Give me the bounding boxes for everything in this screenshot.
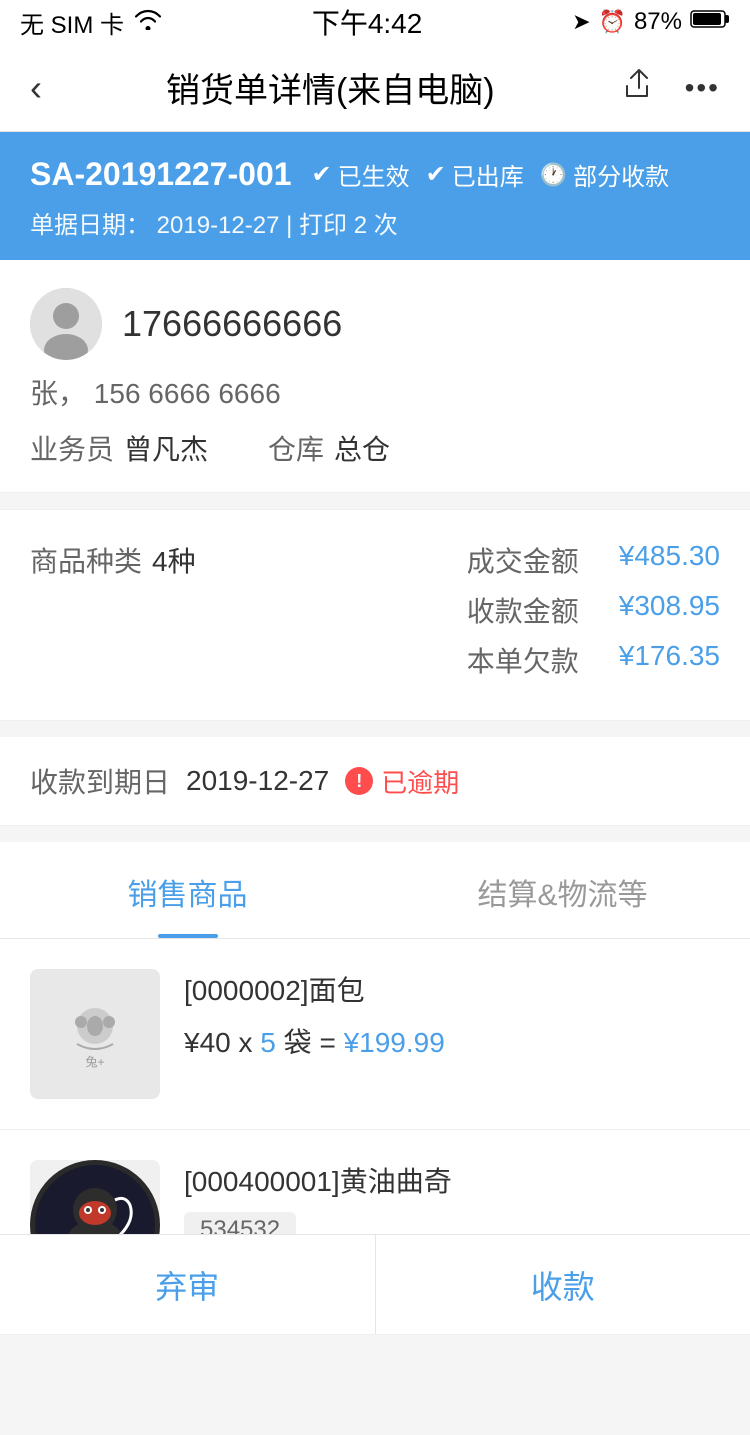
- battery-icon: [690, 8, 730, 37]
- status-bar: 无 SIM 卡 下午4:42 ➤ ⏰ 87%: [0, 0, 750, 44]
- order-header: SA-20191227-001 ✔ 已生效 ✔ 已出库 🕐 部分收款 单据日期：…: [0, 132, 750, 260]
- time-display: 下午4:42: [312, 2, 423, 42]
- product-price-1: ¥40 x 5 袋 = ¥199.99: [184, 1021, 720, 1061]
- amount-details: 成交金额 ¥485.30 收款金额 ¥308.95 本单欠款 ¥176.35: [467, 540, 720, 690]
- overdue-icon: !: [345, 767, 373, 795]
- nav-bar: ‹ 销货单详情(来自电脑) •••: [0, 44, 750, 132]
- product-info-1: [0000002]面包 ¥40 x 5 袋 = ¥199.99: [184, 969, 720, 1099]
- customer-avatar: [30, 288, 102, 360]
- carrier-text: 无 SIM 卡: [20, 5, 124, 40]
- product-thumbnail-1: 兔+: [30, 969, 160, 1099]
- battery-text: 87%: [634, 8, 682, 36]
- status-right: ➤ ⏰ 87%: [572, 8, 730, 37]
- page-title: 销货单详情(来自电脑): [166, 63, 495, 112]
- alarm-icon: ⏰: [599, 9, 626, 35]
- product-count-area: 商品种类 4种: [30, 540, 196, 580]
- customer-meta: 业务员 曾凡杰 仓库 总仓: [30, 428, 720, 468]
- tabs-header: 销售商品 结算&物流等: [0, 842, 750, 939]
- order-id: SA-20191227-001: [30, 156, 292, 193]
- more-button[interactable]: •••: [685, 72, 720, 104]
- check-icon-1: ✔: [312, 160, 332, 189]
- received-amount: 收款金额 ¥308.95: [467, 590, 720, 630]
- product-name-2: [000400001]黄油曲奇: [184, 1160, 720, 1200]
- wifi-icon: [134, 8, 162, 37]
- customer-name-phone: 张， 156 6666 6666: [30, 372, 720, 412]
- order-meta: 单据日期： 2019-12-27 | 打印 2 次: [30, 205, 720, 240]
- status-left: 无 SIM 卡: [20, 5, 162, 40]
- share-button[interactable]: [619, 66, 655, 110]
- tab-settlement[interactable]: 结算&物流等: [375, 842, 750, 938]
- tab-sales-products[interactable]: 销售商品: [0, 842, 375, 938]
- location-icon: ➤: [572, 9, 590, 35]
- bottom-bar: 弃审 收款: [0, 1234, 750, 1334]
- customer-id: 17666666666: [122, 303, 342, 345]
- clock-icon: 🕐: [540, 162, 567, 188]
- svg-text:兔+: 兔+: [85, 1054, 104, 1069]
- owed-amount: 本单欠款 ¥176.35: [467, 640, 720, 680]
- status-effective: ✔ 已生效: [312, 157, 410, 192]
- customer-section: 17666666666 张， 156 6666 6666 业务员 曾凡杰 仓库 …: [0, 260, 750, 493]
- overdue-badge: ! 已逾期: [345, 763, 459, 800]
- nav-actions: •••: [619, 66, 720, 110]
- status-tags: ✔ 已生效 ✔ 已出库 🕐 部分收款: [312, 157, 670, 192]
- cancel-review-button[interactable]: 弃审: [0, 1235, 376, 1334]
- status-shipped: ✔ 已出库: [426, 157, 524, 192]
- due-date-section: 收款到期日 2019-12-27 ! 已逾期: [0, 737, 750, 826]
- product-item: 兔+ [0000002]面包 ¥40 x 5 袋 = ¥199.99: [0, 939, 750, 1130]
- deal-amount: 成交金额 ¥485.30: [467, 540, 720, 580]
- warehouse: 仓库 总仓: [268, 428, 390, 468]
- sales-person: 业务员 曾凡杰: [30, 428, 208, 468]
- status-partial-payment: 🕐 部分收款: [540, 157, 669, 192]
- collect-payment-button[interactable]: 收款: [376, 1235, 750, 1334]
- check-icon-2: ✔: [426, 160, 446, 189]
- amount-section: 商品种类 4种 成交金额 ¥485.30 收款金额 ¥308.95 本单欠款 ¥…: [0, 509, 750, 721]
- back-button[interactable]: ‹: [30, 67, 42, 109]
- product-name-1: [0000002]面包: [184, 969, 720, 1009]
